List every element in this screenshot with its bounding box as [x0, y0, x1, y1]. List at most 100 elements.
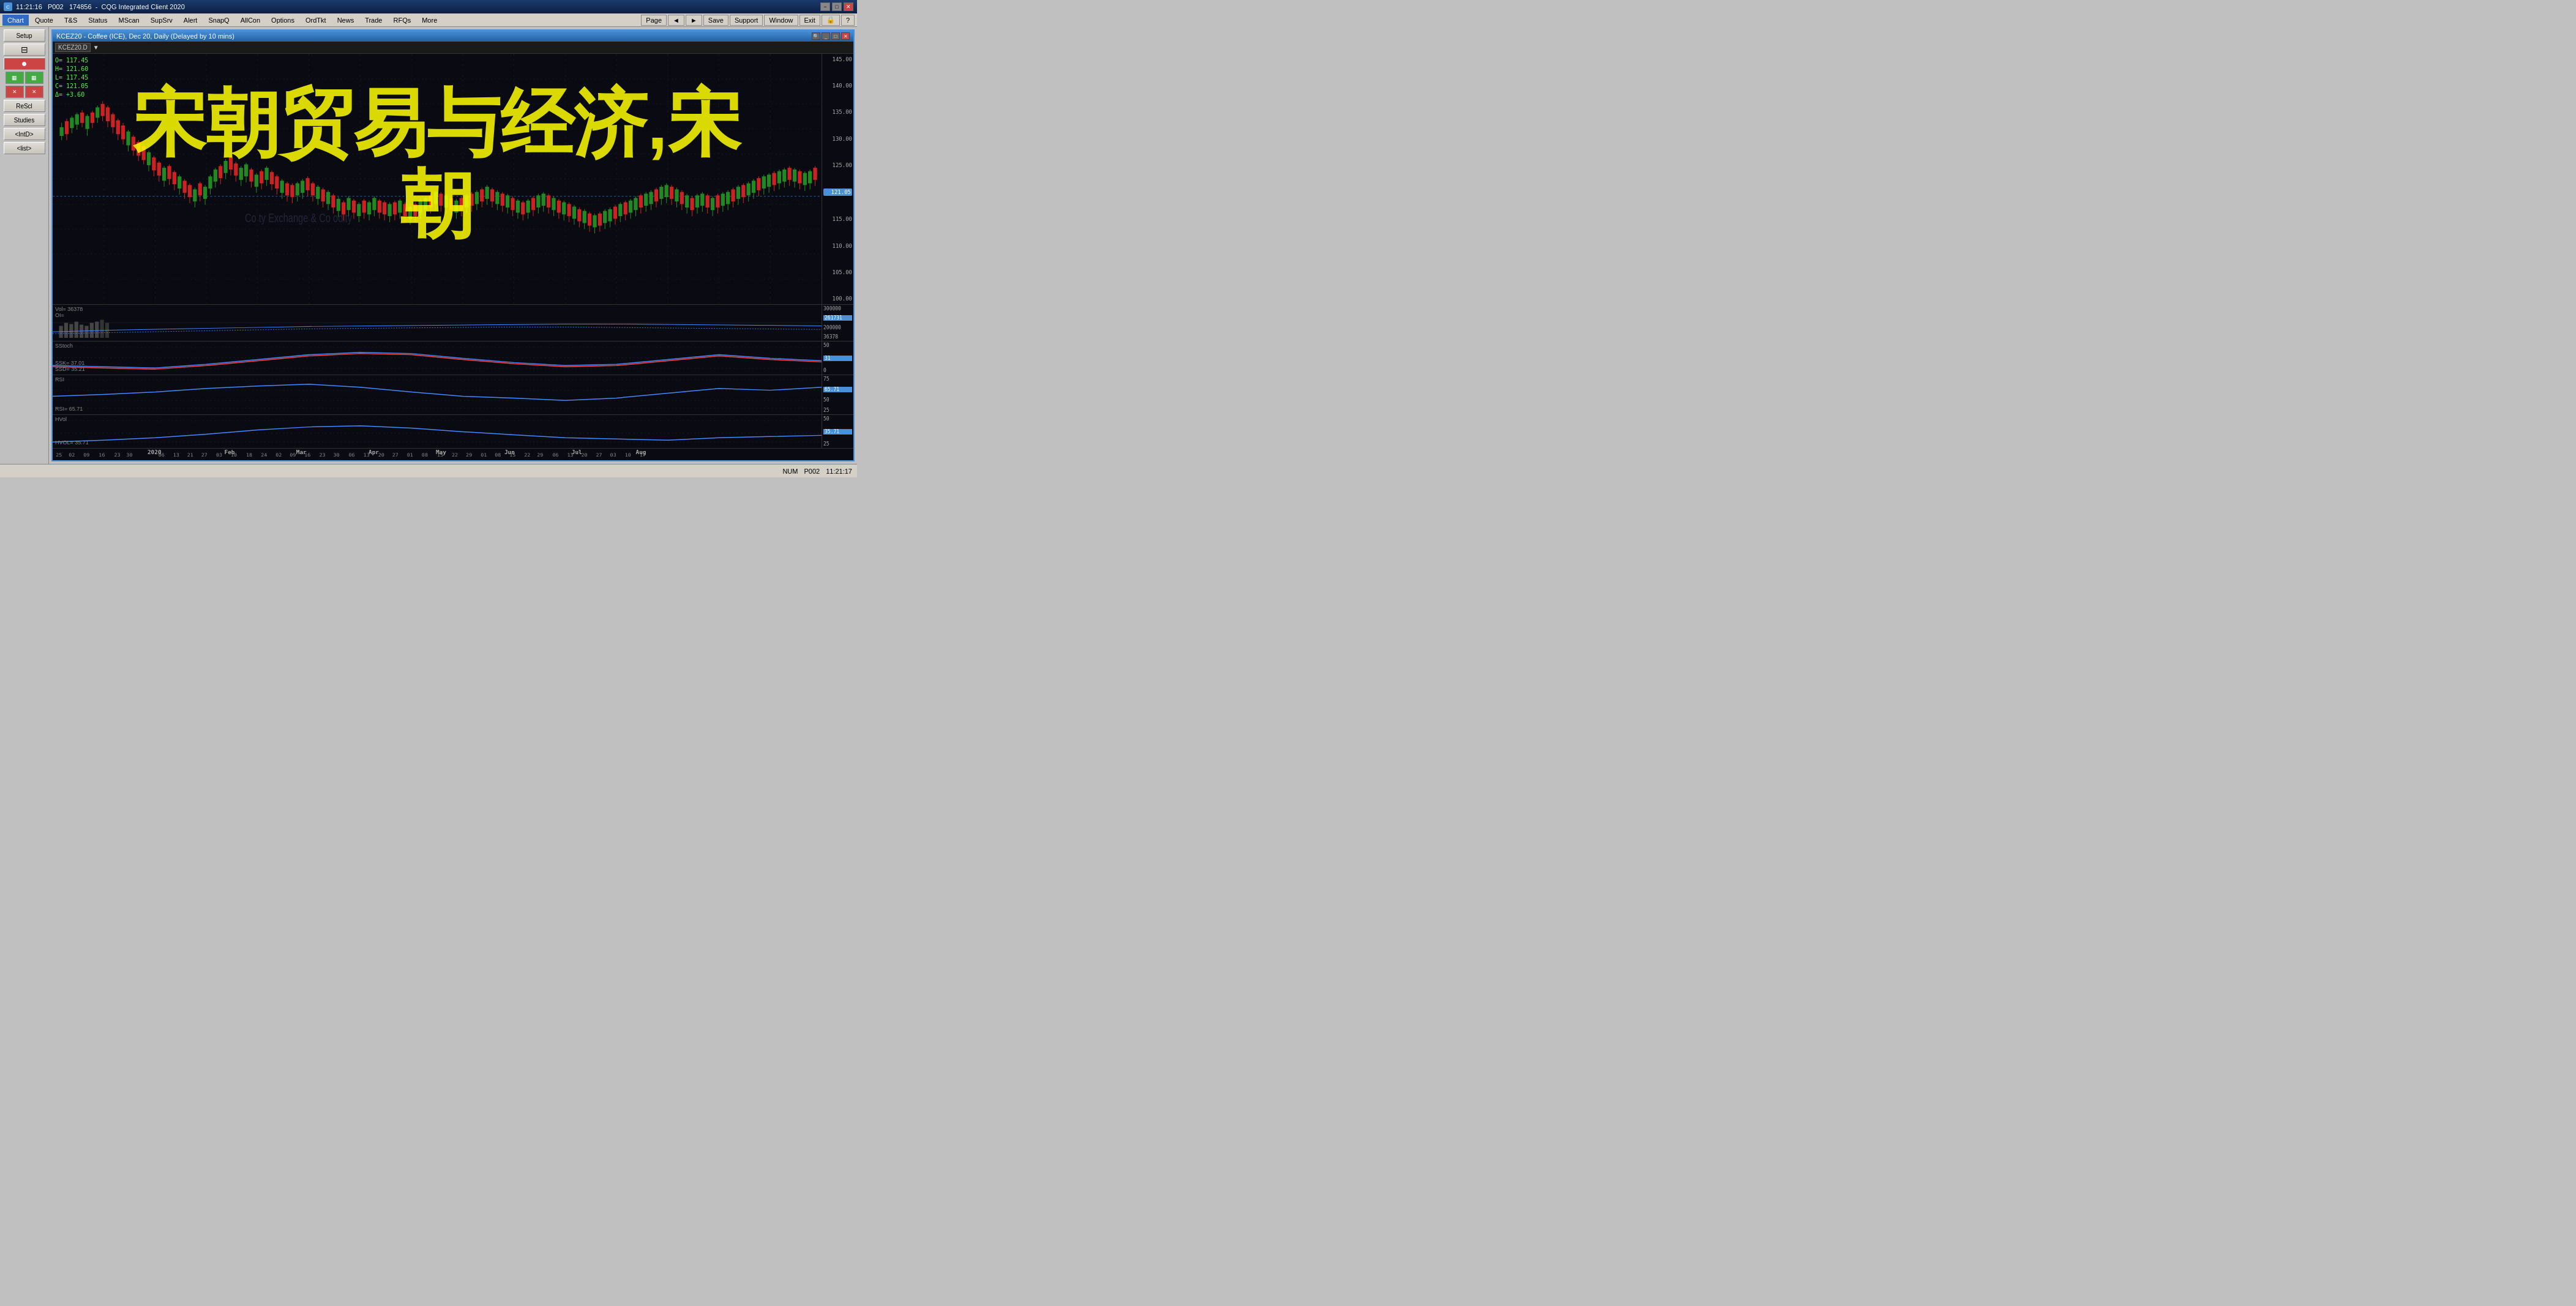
price-115: 115.00: [823, 216, 852, 222]
candlestick-area[interactable]: O= 117.45 H= 121.60 L= 117.45 C= 121.05 …: [53, 54, 822, 304]
price-135: 135.00: [823, 109, 852, 115]
svg-text:22: 22: [452, 453, 458, 458]
svg-rect-148: [372, 198, 376, 211]
setup-button[interactable]: Setup: [4, 29, 45, 42]
rsi-25: 25: [823, 408, 852, 413]
hvol-current: 35.71: [823, 429, 852, 435]
minimize-button[interactable]: −: [820, 2, 830, 11]
svg-rect-262: [665, 185, 668, 197]
chart-symbol-label[interactable]: KCEZ20.D: [55, 43, 91, 52]
chart-min-btn[interactable]: _: [822, 32, 830, 40]
menu-supserv[interactable]: SupSrv: [146, 15, 178, 26]
next-page-button[interactable]: ►: [686, 15, 702, 26]
chart-search-btn[interactable]: 🔍: [812, 32, 820, 40]
menu-alert[interactable]: Alert: [179, 15, 203, 26]
menu-rfqs[interactable]: RFQs: [388, 15, 416, 26]
svg-rect-48: [116, 121, 120, 135]
help-button[interactable]: ?: [841, 15, 855, 26]
support-button[interactable]: Support: [730, 15, 763, 26]
svg-rect-230: [583, 211, 586, 223]
chart-symbol-arrow[interactable]: ▼: [93, 44, 99, 51]
hvol-svg: [53, 415, 822, 448]
svg-rect-30: [70, 118, 73, 128]
menu-ts[interactable]: T&S: [59, 15, 82, 26]
main-layout: Setup ⊟ ● ▦ ▦ ✕ ✕ ReScl Studies <IntD> <…: [0, 27, 857, 464]
sstoch-axis: 50 31 0: [822, 341, 853, 375]
dot-button[interactable]: ●: [4, 58, 45, 70]
menu-ordtkt[interactable]: OrdTkt: [301, 15, 331, 26]
rsi-chart: RSI RSI= 65.71: [53, 375, 853, 414]
svg-text:13: 13: [567, 453, 573, 458]
exit-button[interactable]: Exit: [799, 15, 820, 26]
menu-allcon[interactable]: AllCon: [236, 15, 265, 26]
svg-rect-108: [270, 172, 274, 184]
svg-rect-152: [383, 203, 386, 215]
svg-text:22: 22: [524, 453, 530, 458]
intd-button[interactable]: <IntD>: [4, 128, 45, 140]
svg-text:27: 27: [392, 453, 399, 458]
rsi-label: RSI: [55, 376, 64, 382]
rsi-svg: [53, 375, 822, 414]
chart-area: KCEZ20 - Coffee (ICE), Dec 20, Daily (De…: [49, 27, 857, 464]
svg-text:30: 30: [126, 453, 132, 458]
svg-text:20: 20: [582, 453, 588, 458]
print-button[interactable]: ⊟: [4, 43, 45, 56]
menu-mscan[interactable]: MScan: [113, 15, 144, 26]
menu-status[interactable]: Status: [83, 15, 112, 26]
prev-page-button[interactable]: ◄: [668, 15, 684, 26]
list-button[interactable]: <list>: [4, 142, 45, 154]
svg-text:06: 06: [552, 453, 558, 458]
maximize-button[interactable]: □: [832, 2, 842, 11]
vol-bar-current: 36378: [823, 334, 852, 340]
svg-text:03: 03: [216, 453, 222, 458]
svg-rect-150: [378, 201, 381, 213]
hvol-label: HVol: [55, 416, 67, 422]
svg-rect-224: [567, 204, 571, 216]
menu-chart[interactable]: Chart: [2, 15, 29, 26]
svg-rect-98: [244, 165, 248, 177]
menu-options[interactable]: Options: [266, 15, 299, 26]
svg-text:10: 10: [625, 453, 631, 458]
red-x-btn2[interactable]: ✕: [25, 86, 43, 98]
svg-rect-90: [223, 161, 227, 173]
sstoch-label: SStoch: [55, 343, 73, 349]
svg-rect-296: [752, 181, 755, 193]
svg-rect-290: [736, 187, 740, 199]
svg-rect-78: [193, 189, 197, 201]
svg-rect-126: [316, 187, 320, 199]
svg-rect-82: [203, 187, 207, 199]
menu-more[interactable]: More: [417, 15, 442, 26]
grid-btn2[interactable]: ▦: [25, 72, 43, 84]
svg-rect-156: [393, 203, 397, 215]
grid-btn1[interactable]: ▦: [6, 72, 24, 84]
svg-rect-80: [198, 184, 202, 196]
red-x-btn1[interactable]: ✕: [6, 86, 24, 98]
svg-rect-92: [229, 157, 233, 170]
svg-rect-329: [90, 323, 94, 338]
svg-rect-130: [326, 192, 330, 204]
vol-current: 261731: [823, 315, 852, 321]
menu-trade[interactable]: Trade: [360, 15, 387, 26]
menu-quote[interactable]: Quote: [30, 15, 58, 26]
svg-rect-298: [757, 178, 760, 190]
window-button[interactable]: Window: [764, 15, 798, 26]
svg-rect-236: [598, 214, 602, 226]
rescl-button[interactable]: ReScl: [4, 100, 45, 112]
svg-rect-264: [670, 187, 673, 199]
svg-rect-302: [767, 174, 771, 187]
page-button[interactable]: Page: [641, 15, 667, 26]
svg-rect-76: [188, 185, 192, 197]
svg-rect-304: [772, 173, 776, 185]
studies-button[interactable]: Studies: [4, 114, 45, 126]
lock-button[interactable]: 🔒: [822, 15, 840, 26]
title-bar-text: 11:21:16 P002 174856 - CQG Integrated Cl…: [16, 3, 185, 10]
svg-rect-50: [121, 125, 125, 140]
svg-rect-56: [137, 142, 140, 156]
menu-news[interactable]: News: [332, 15, 359, 26]
close-button[interactable]: ✕: [844, 2, 853, 11]
chart-close-btn[interactable]: ✕: [841, 32, 850, 40]
svg-text:21: 21: [187, 453, 193, 458]
save-button[interactable]: Save: [703, 15, 728, 26]
chart-max-btn[interactable]: □: [831, 32, 840, 40]
menu-snapq[interactable]: SnapQ: [203, 15, 234, 26]
